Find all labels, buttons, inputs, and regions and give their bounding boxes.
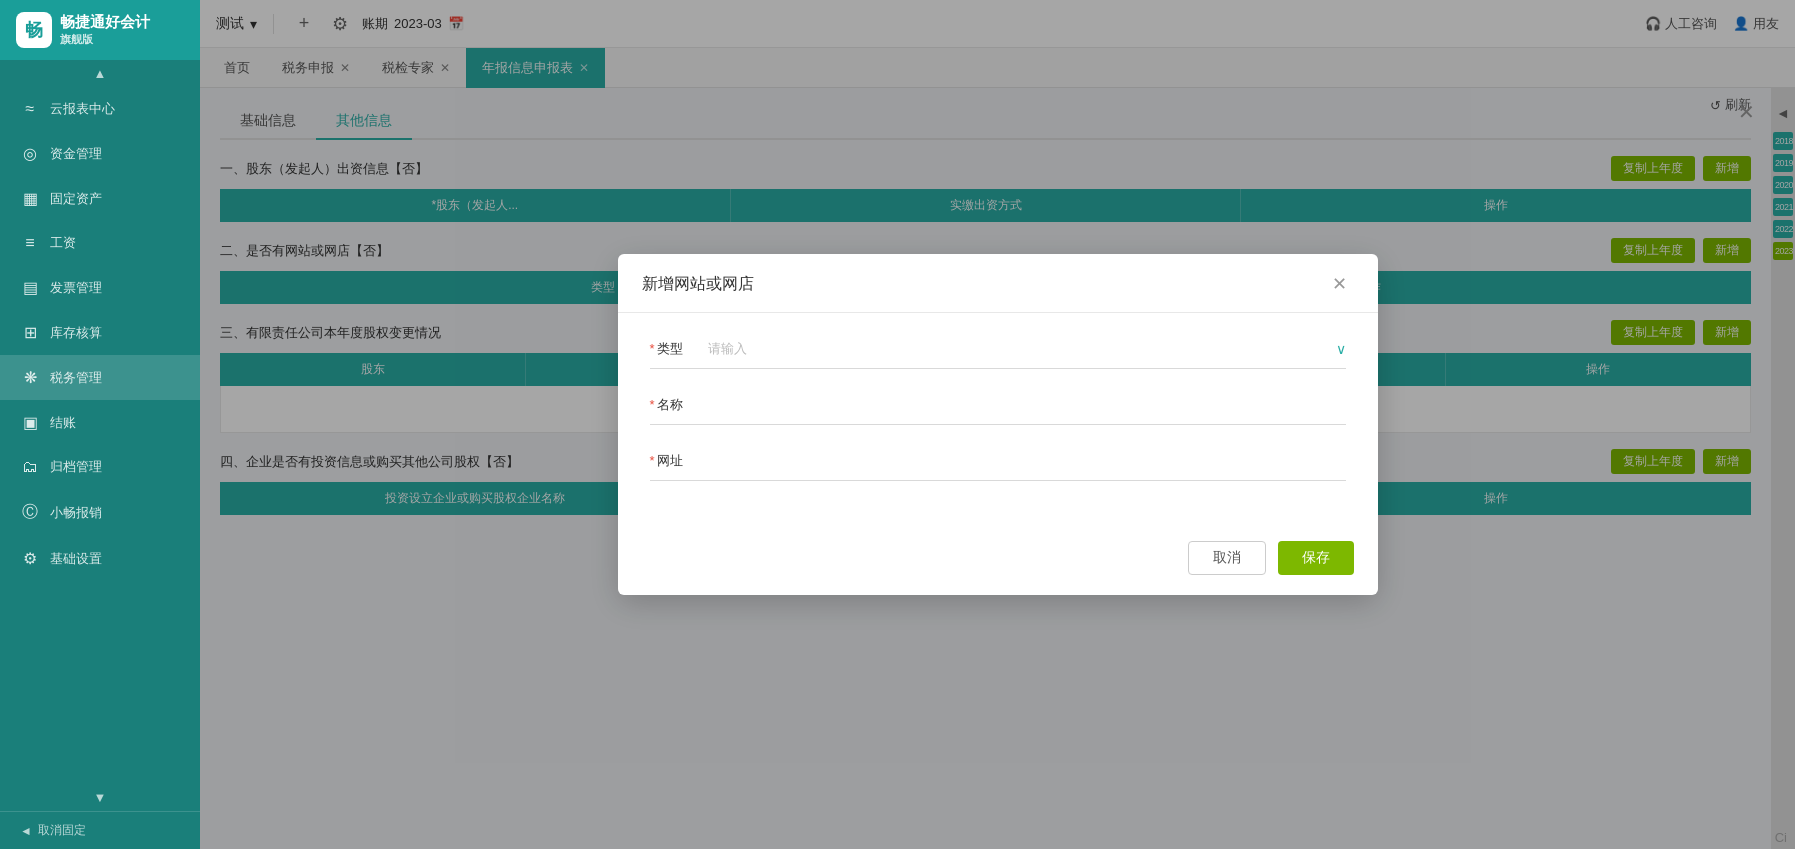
- settings-icon: ⚙: [20, 549, 40, 568]
- sidebar-pin-toggle[interactable]: ◄ 取消固定: [0, 811, 200, 849]
- main-area: 测试 ▾ + ⚙ 账期 2023-03 📅 🎧 人工咨询 👤 用友 首页 税: [200, 0, 1795, 849]
- type-label: *类型: [650, 340, 700, 358]
- settlement-icon: ▣: [20, 413, 40, 432]
- cancel-button[interactable]: 取消: [1188, 541, 1266, 575]
- sidebar-item-label: 云报表中心: [50, 100, 115, 118]
- sidebar-item-label: 发票管理: [50, 279, 102, 297]
- url-input[interactable]: [700, 449, 1346, 472]
- sidebar-item-label: 基础设置: [50, 550, 102, 568]
- sidebar-item-label: 结账: [50, 414, 76, 432]
- dialog-footer: 取消 保存: [618, 529, 1378, 595]
- cloud-reports-icon: ≈: [20, 100, 40, 118]
- name-label: *名称: [650, 396, 700, 414]
- sidebar-item-label: 税务管理: [50, 369, 102, 387]
- logo-icon: 畅: [16, 12, 52, 48]
- form-field-name: *名称: [650, 393, 1346, 425]
- type-input[interactable]: [700, 337, 1336, 360]
- type-required: *: [650, 341, 655, 356]
- fixed-assets-icon: ▦: [20, 189, 40, 208]
- form-field-type: *类型 ∨: [650, 337, 1346, 369]
- dialog-title: 新增网站或网店: [642, 274, 754, 295]
- sidebar-item-label: 归档管理: [50, 458, 102, 476]
- xiaochang-icon: Ⓒ: [20, 502, 40, 523]
- tax-icon: ❋: [20, 368, 40, 387]
- pin-icon: ◄: [20, 824, 32, 838]
- sidebar-item-label: 工资: [50, 234, 76, 252]
- dialog-close-button[interactable]: ✕: [1326, 270, 1354, 298]
- inventory-icon: ⊞: [20, 323, 40, 342]
- sidebar-item-xiaochang[interactable]: Ⓒ 小畅报销: [0, 489, 200, 536]
- dialog-header: 新增网站或网店 ✕: [618, 254, 1378, 313]
- sidebar-item-fund-mgmt[interactable]: ◎ 资金管理: [0, 131, 200, 176]
- fund-icon: ◎: [20, 144, 40, 163]
- sidebar-nav: ≈ 云报表中心 ◎ 资金管理 ▦ 固定资产 ≡ 工资 ▤ 发票管理 ⊞ 库存核算…: [0, 87, 200, 784]
- save-button[interactable]: 保存: [1278, 541, 1354, 575]
- dialog-body: *类型 ∨ *名称 *网址: [618, 313, 1378, 529]
- url-label: *网址: [650, 452, 700, 470]
- add-website-dialog: 新增网站或网店 ✕ *类型 ∨ *名称: [618, 254, 1378, 595]
- sidebar-item-archive[interactable]: 🗂 归档管理: [0, 445, 200, 489]
- url-required: *: [650, 453, 655, 468]
- sidebar-item-label: 库存核算: [50, 324, 102, 342]
- sidebar-item-tax-mgmt[interactable]: ❋ 税务管理: [0, 355, 200, 400]
- sidebar-scroll-down[interactable]: ▼: [0, 784, 200, 811]
- app-name: 畅捷通好会计: [60, 13, 150, 32]
- sidebar-item-fixed-assets[interactable]: ▦ 固定资产: [0, 176, 200, 221]
- sidebar-item-settings[interactable]: ⚙ 基础设置: [0, 536, 200, 581]
- sidebar-item-label: 资金管理: [50, 145, 102, 163]
- sidebar-item-cloud-reports[interactable]: ≈ 云报表中心: [0, 87, 200, 131]
- sidebar-scroll-up[interactable]: ▲: [0, 60, 200, 87]
- sidebar: 畅 畅捷通好会计 旗舰版 ▲ ≈ 云报表中心 ◎ 资金管理 ▦ 固定资产 ≡ 工…: [0, 0, 200, 849]
- sidebar-item-label: 固定资产: [50, 190, 102, 208]
- form-field-url: *网址: [650, 449, 1346, 481]
- archive-icon: 🗂: [20, 458, 40, 476]
- sidebar-item-settlement[interactable]: ▣ 结账: [0, 400, 200, 445]
- sidebar-logo: 畅 畅捷通好会计 旗舰版: [0, 0, 200, 60]
- name-input[interactable]: [700, 393, 1346, 416]
- sidebar-item-label: 小畅报销: [50, 504, 102, 522]
- modal-overlay: 新增网站或网店 ✕ *类型 ∨ *名称: [200, 0, 1795, 849]
- pin-label: 取消固定: [38, 822, 86, 839]
- invoice-icon: ▤: [20, 278, 40, 297]
- type-dropdown-arrow[interactable]: ∨: [1336, 341, 1346, 357]
- app-subtitle: 旗舰版: [60, 32, 150, 47]
- name-required: *: [650, 397, 655, 412]
- sidebar-item-invoice-mgmt[interactable]: ▤ 发票管理: [0, 265, 200, 310]
- payroll-icon: ≡: [20, 234, 40, 252]
- sidebar-item-inventory[interactable]: ⊞ 库存核算: [0, 310, 200, 355]
- sidebar-item-payroll[interactable]: ≡ 工资: [0, 221, 200, 265]
